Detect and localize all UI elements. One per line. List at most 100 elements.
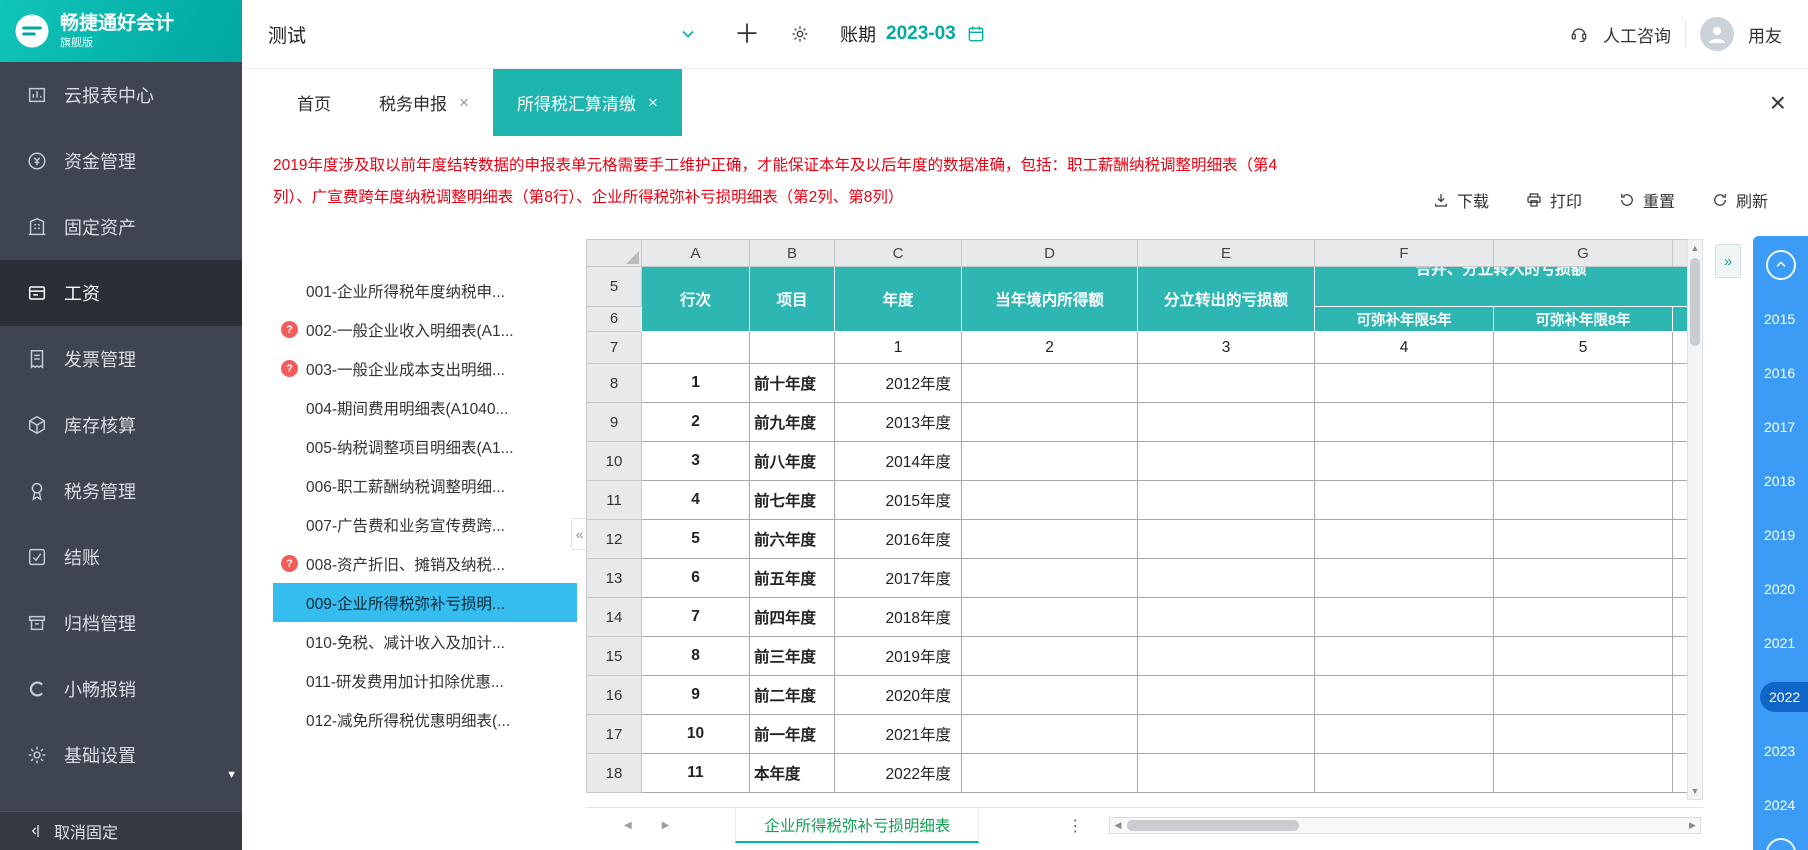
header-cell[interactable]: 行次 xyxy=(641,266,750,332)
cell[interactable] xyxy=(961,675,1138,715)
sidebar-item-settings[interactable]: 基础设置 xyxy=(0,722,242,788)
cell[interactable] xyxy=(1672,636,1688,676)
report-item[interactable]: 004-期间费用明细表(A1040... xyxy=(273,388,577,427)
consult-link[interactable]: 人工咨询 xyxy=(1603,22,1671,47)
unpin-sidebar-button[interactable]: 取消固定 xyxy=(0,811,242,850)
vscroll-thumb[interactable] xyxy=(1690,258,1700,346)
cell[interactable] xyxy=(961,480,1138,520)
cell[interactable] xyxy=(1314,363,1494,403)
cell[interactable] xyxy=(1137,363,1315,403)
cell[interactable]: 2016年度 xyxy=(834,519,962,559)
cell[interactable] xyxy=(1314,558,1494,598)
cell[interactable]: 3 xyxy=(1137,331,1315,364)
rail-year[interactable]: 2017 xyxy=(1753,400,1808,454)
hscroll-left-icon[interactable]: ◀ xyxy=(1110,818,1125,833)
row-header[interactable]: 18 xyxy=(586,753,642,793)
cell[interactable]: 8 xyxy=(641,636,750,676)
calendar-icon[interactable] xyxy=(966,24,986,44)
report-item[interactable]: 001-企业所得税年度纳税申... xyxy=(273,271,577,310)
cell[interactable] xyxy=(961,636,1138,676)
row-header[interactable]: 15 xyxy=(586,636,642,676)
vscroll-down-icon[interactable]: ▼ xyxy=(1688,783,1702,799)
cell[interactable] xyxy=(961,441,1138,481)
row-header[interactable]: 8 xyxy=(586,363,642,403)
row-header[interactable]: 10 xyxy=(586,441,642,481)
row-header[interactable]: 6 xyxy=(586,306,642,332)
header-cell-partial[interactable] xyxy=(1672,306,1688,332)
cell[interactable]: 2014年度 xyxy=(834,441,962,481)
cell[interactable]: 1 xyxy=(834,331,962,364)
reset-button[interactable]: 重置 xyxy=(1618,188,1675,212)
cell[interactable] xyxy=(1493,675,1673,715)
cell[interactable] xyxy=(961,519,1138,559)
row-header[interactable]: 13 xyxy=(586,558,642,598)
cell[interactable] xyxy=(641,331,750,364)
tab-settlement[interactable]: 所得税汇算清缴 × xyxy=(492,69,682,136)
cell[interactable]: 2013年度 xyxy=(834,402,962,442)
hscroll-right-icon[interactable]: ▶ xyxy=(1685,818,1700,833)
cell[interactable] xyxy=(1314,714,1494,754)
cell[interactable]: 前四年度 xyxy=(749,597,835,637)
rail-year[interactable]: 2016 xyxy=(1753,346,1808,400)
cell[interactable]: 2018年度 xyxy=(834,597,962,637)
report-item[interactable]: 012-减免所得税优惠明细表(... xyxy=(273,700,577,739)
sidebar-item-tax[interactable]: 税务管理 xyxy=(0,458,242,524)
cell[interactable] xyxy=(1493,597,1673,637)
row-header[interactable]: 12 xyxy=(586,519,642,559)
sidebar-item-report-center[interactable]: 云报表中心 xyxy=(0,62,242,128)
row-header[interactable]: 14 xyxy=(586,597,642,637)
cell[interactable] xyxy=(1314,402,1494,442)
cell[interactable] xyxy=(1137,636,1315,676)
download-button[interactable]: 下载 xyxy=(1432,188,1489,212)
cell[interactable] xyxy=(1672,331,1688,364)
report-item[interactable]: 007-广告费和业务宣传费跨... xyxy=(273,505,577,544)
cell[interactable] xyxy=(1137,558,1315,598)
expand-panel-button[interactable]: » xyxy=(1715,244,1741,278)
cell[interactable] xyxy=(1493,558,1673,598)
cell[interactable] xyxy=(1493,402,1673,442)
report-item[interactable]: ? 008-资产折旧、摊销及纳税... xyxy=(273,544,577,583)
cell[interactable]: 4 xyxy=(641,480,750,520)
sidebar-item-archive[interactable]: 归档管理 xyxy=(0,590,242,656)
cell[interactable]: 2020年度 xyxy=(834,675,962,715)
cell[interactable]: 前十年度 xyxy=(749,363,835,403)
cell[interactable] xyxy=(1314,441,1494,481)
cell[interactable]: 本年度 xyxy=(749,753,835,793)
cell[interactable] xyxy=(1493,363,1673,403)
header-cell[interactable]: 可弥补年限8年 xyxy=(1493,306,1673,332)
tab-tax-filing[interactable]: 税务申报 × xyxy=(355,69,493,136)
rail-year[interactable]: 2015 xyxy=(1753,292,1808,346)
cell[interactable]: 1 xyxy=(641,363,750,403)
cell[interactable] xyxy=(749,331,835,364)
rail-down-button[interactable] xyxy=(1765,838,1796,850)
rail-year[interactable]: 2020 xyxy=(1753,562,1808,616)
sheet-next-icon[interactable]: ▶ xyxy=(662,820,670,831)
cell[interactable] xyxy=(1137,480,1315,520)
column-header[interactable]: F xyxy=(1314,239,1494,267)
header-cell-merged[interactable]: 合并、分立转入的亏损额 xyxy=(1314,266,1688,307)
column-header[interactable]: E xyxy=(1137,239,1315,267)
row-header[interactable]: 16 xyxy=(586,675,642,715)
header-cell[interactable]: 年度 xyxy=(834,266,962,332)
rail-year-selected[interactable]: 2022 xyxy=(1753,670,1808,724)
header-cell[interactable]: 分立转出的亏损额 xyxy=(1137,266,1315,332)
report-item[interactable]: 010-免税、减计收入及加计... xyxy=(273,622,577,661)
row-header[interactable]: 9 xyxy=(586,402,642,442)
column-header-partial[interactable] xyxy=(1672,239,1688,267)
cell[interactable] xyxy=(1672,597,1688,637)
column-header[interactable]: A xyxy=(641,239,750,267)
cell[interactable] xyxy=(1493,519,1673,559)
cell[interactable]: 2015年度 xyxy=(834,480,962,520)
horizontal-scrollbar[interactable]: ◀ ▶ xyxy=(1109,817,1701,834)
cell[interactable]: 2019年度 xyxy=(834,636,962,676)
rail-year[interactable]: 2023 xyxy=(1753,724,1808,778)
column-header[interactable]: D xyxy=(961,239,1138,267)
report-item[interactable]: 006-职工薪酬纳税调整明细... xyxy=(273,466,577,505)
cell[interactable] xyxy=(1672,480,1688,520)
report-item-selected[interactable]: 009-企业所得税弥补亏损明... xyxy=(273,583,577,622)
sheet-prev-icon[interactable]: ◀ xyxy=(624,820,632,831)
cell[interactable] xyxy=(1137,753,1315,793)
report-item[interactable]: ? 003-一般企业成本支出明细... xyxy=(273,349,577,388)
vscroll-up-icon[interactable]: ▲ xyxy=(1688,240,1702,256)
select-all-corner[interactable] xyxy=(586,239,642,267)
